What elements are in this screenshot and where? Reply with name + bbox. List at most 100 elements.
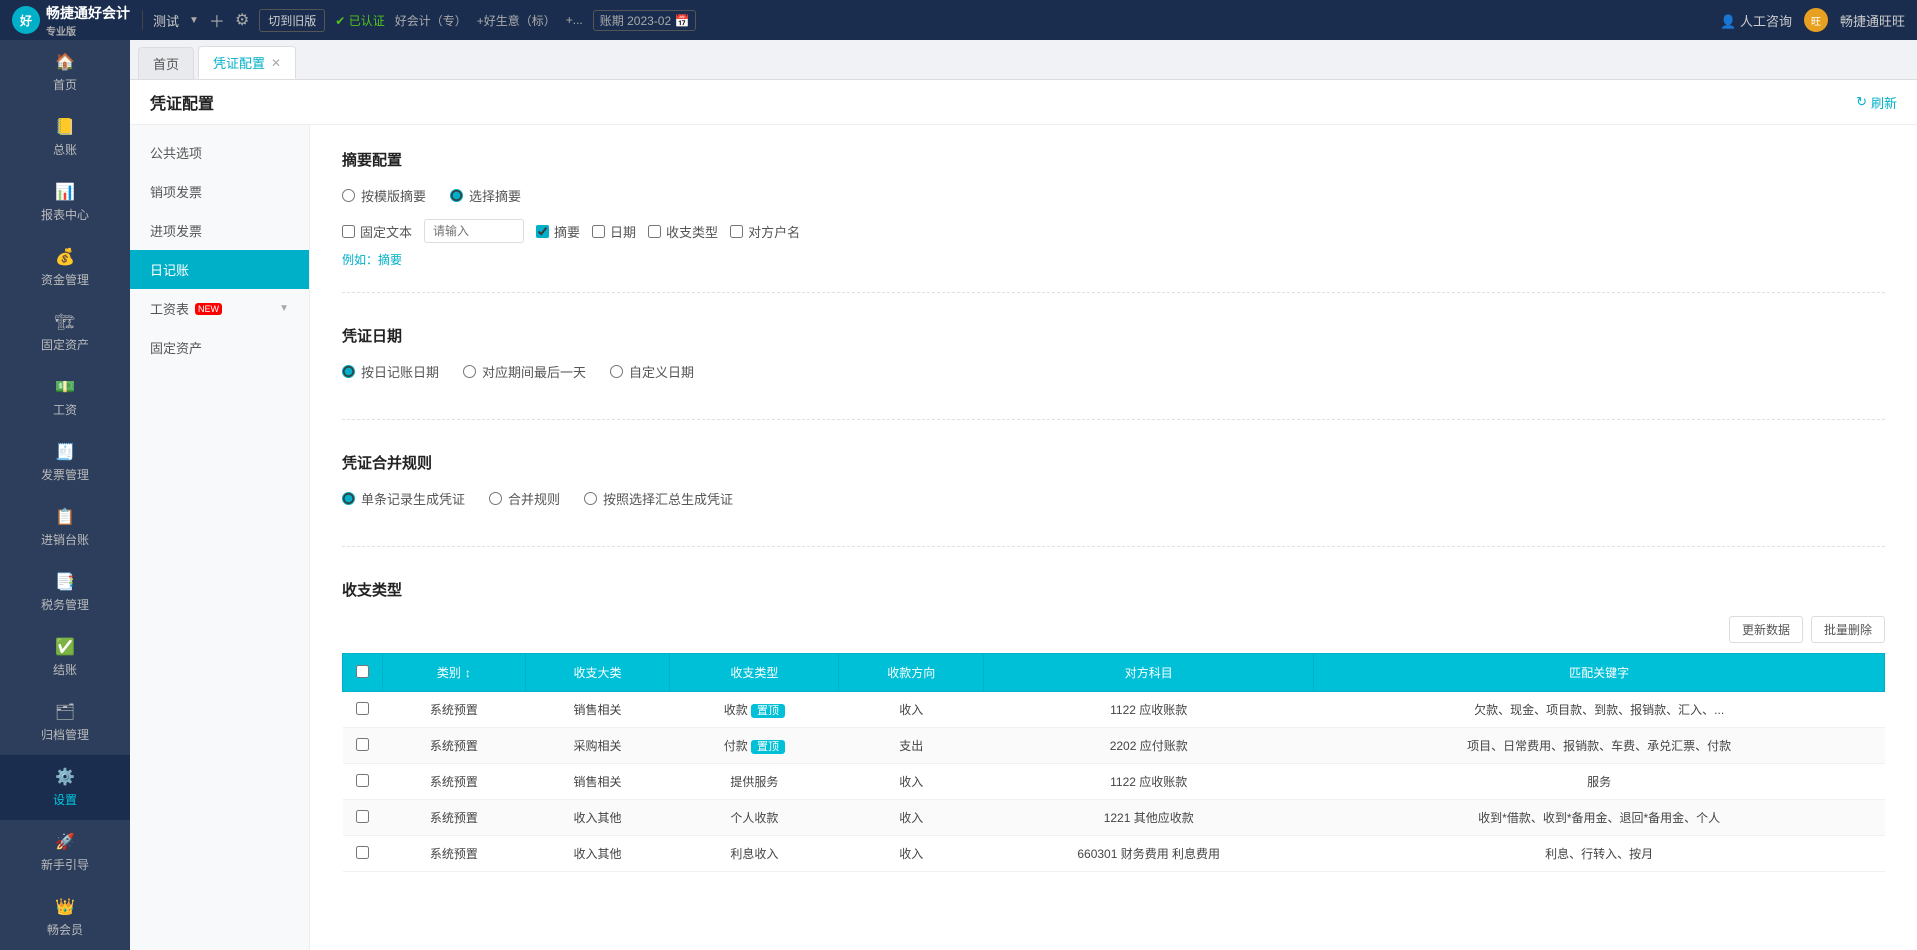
row-account: 1122 应收账款: [984, 692, 1314, 728]
table-row: 系统预置 收入其他 个人收款 收入 1221 其他应收款 收到*借款、收到*备用…: [343, 800, 1885, 836]
row-checkbox-cell[interactable]: [343, 764, 383, 800]
fixed-text-checkbox[interactable]: 固定文本: [342, 222, 412, 241]
sidebar-label-settings: 设置: [53, 791, 77, 808]
sidebar-item-assets[interactable]: 🏗 固定资产: [0, 300, 130, 365]
sidebar-item-funds[interactable]: 💰 资金管理: [0, 235, 130, 300]
sidebar-label-salary: 工资: [53, 401, 77, 418]
th-checkbox[interactable]: [343, 654, 383, 692]
left-menu-item-diary[interactable]: 日记账: [130, 250, 309, 289]
sidebar-item-ledger[interactable]: 📒 总账: [0, 105, 130, 170]
fixed-text-input[interactable]: [424, 219, 524, 243]
row-keywords: 项目、日常费用、报销款、车费、承兑汇票、付款: [1314, 728, 1885, 764]
invoices-icon: 🧾: [55, 442, 75, 462]
tag-business: +好生意（标）: [477, 12, 556, 29]
sidebar-item-tax[interactable]: 📑 税务管理: [0, 560, 130, 625]
summary-radio-select[interactable]: 选择摘要: [450, 186, 521, 205]
left-menu-item-public[interactable]: 公共选项: [130, 133, 309, 172]
tab-home[interactable]: 首页: [138, 47, 194, 79]
row-tag[interactable]: 置顶: [751, 704, 785, 718]
row-type: 付款 置顶: [670, 728, 839, 764]
logo-text: 畅捷通好会计: [46, 3, 130, 23]
refresh-button[interactable]: ↻ 刷新: [1856, 93, 1897, 112]
switch-version-button[interactable]: 切到旧版: [259, 9, 325, 32]
sidebar-label-close: 结账: [53, 661, 77, 678]
sidebar-item-close[interactable]: ✅ 结账: [0, 625, 130, 690]
example-text: 例如：摘要: [342, 251, 1885, 268]
th-keywords: 匹配关键字: [1314, 654, 1885, 692]
sidebar-item-reports[interactable]: 📊 报表中心: [0, 170, 130, 235]
th-type: 收支类型: [670, 654, 839, 692]
date-section: 凭证日期 按日记账日期 对应期间最后一天: [342, 325, 1885, 420]
tab-close-icon[interactable]: ✕: [271, 56, 281, 70]
sidebar-label-ledger: 总账: [53, 141, 77, 158]
row-category: 系统预置: [383, 764, 526, 800]
logo-sub: 专业版: [46, 23, 130, 38]
row-account: 1221 其他应收款: [984, 800, 1314, 836]
left-menu-item-sales-invoice[interactable]: 销项发票: [130, 172, 309, 211]
period-badge[interactable]: 账期 2023-02 📅: [593, 10, 697, 31]
row-keywords: 收到*借款、收到*备用金、退回*备用金、个人: [1314, 800, 1885, 836]
row-tag[interactable]: 置顶: [751, 740, 785, 754]
top-bar-right: 👤 人工咨询 旺 畅捷通旺旺: [1720, 8, 1905, 32]
sidebar-label-assets: 固定资产: [41, 336, 89, 353]
date-section-title: 凭证日期: [342, 325, 1885, 346]
company-arrow[interactable]: ▼: [189, 15, 199, 26]
support-label[interactable]: 👤 人工咨询: [1720, 11, 1792, 30]
sidebar-label-invoices: 发票管理: [41, 466, 89, 483]
summary-checkbox[interactable]: 摘要: [536, 222, 580, 241]
sidebar-label-guide: 新手引导: [41, 856, 89, 873]
left-menu-item-fixed-assets[interactable]: 固定资产: [130, 328, 309, 367]
sidebar-item-member[interactable]: 👑 畅会员: [0, 885, 130, 950]
sidebar-item-invoices[interactable]: 🧾 发票管理: [0, 430, 130, 495]
date-radio-custom[interactable]: 自定义日期: [610, 362, 694, 381]
merge-radio-single[interactable]: 单条记录生成凭证: [342, 489, 465, 508]
sidebar-item-archive[interactable]: 🗂 归档管理: [0, 690, 130, 755]
left-menu-item-payroll[interactable]: 工资表 NEW ▼: [130, 289, 309, 328]
tab-voucher-config[interactable]: 凭证配置 ✕: [198, 46, 296, 79]
settings-icon[interactable]: ⚙: [235, 10, 249, 30]
merge-radio-rules[interactable]: 合并规则: [489, 489, 560, 508]
income-type-checkbox[interactable]: 收支类型: [648, 222, 718, 241]
row-checkbox-cell[interactable]: [343, 836, 383, 872]
income-expense-section: 收支类型 更新数据 批量删除 类别 ↕: [342, 579, 1885, 872]
tag-accounting: 好会计（专）: [395, 12, 467, 29]
row-category: 系统预置: [383, 692, 526, 728]
row-checkbox-cell[interactable]: [343, 728, 383, 764]
table-row: 系统预置 销售相关 收款 置顶 收入 1122 应收账款 欠款、现金、项目款、到…: [343, 692, 1885, 728]
row-checkbox-cell[interactable]: [343, 692, 383, 728]
tab-voucher-label: 凭证配置: [213, 53, 265, 72]
counterparty-checkbox[interactable]: 对方户名: [730, 222, 800, 241]
th-major: 收支大类: [525, 654, 670, 692]
add-icon[interactable]: ＋: [209, 8, 225, 32]
left-menu-item-purchase-invoice[interactable]: 进项发票: [130, 211, 309, 250]
batch-delete-button[interactable]: 批量删除: [1811, 616, 1885, 643]
inventory-icon: 📋: [55, 507, 75, 527]
date-radio-diary[interactable]: 按日记账日期: [342, 362, 439, 381]
row-checkbox-cell[interactable]: [343, 800, 383, 836]
tab-home-label: 首页: [153, 54, 179, 73]
user-avatar[interactable]: 旺: [1804, 8, 1828, 32]
sidebar-label-member: 畅会员: [47, 921, 83, 938]
sidebar-item-inventory[interactable]: 📋 进销台账: [0, 495, 130, 560]
row-direction: 收入: [839, 692, 984, 728]
logo: 好 畅捷通好会计 专业版: [12, 3, 132, 38]
row-direction: 收入: [839, 764, 984, 800]
sidebar-item-home[interactable]: 🏠 首页: [0, 40, 130, 105]
left-menu-label-sales: 销项发票: [150, 182, 202, 201]
member-icon: 👑: [55, 897, 75, 917]
funds-icon: 💰: [55, 247, 75, 267]
summary-section-title: 摘要配置: [342, 149, 1885, 170]
page-content: 凭证配置 ↻ 刷新 公共选项 销项发票 进项发票: [130, 80, 1917, 950]
sidebar-item-guide[interactable]: 🚀 新手引导: [0, 820, 130, 885]
table-row: 系统预置 采购相关 付款 置顶 支出 2202 应付账款 项目、日常费用、报销款…: [343, 728, 1885, 764]
sidebar-item-salary[interactable]: 💵 工资: [0, 365, 130, 430]
sidebar-item-settings[interactable]: ⚙️ 设置: [0, 755, 130, 820]
date-checkbox[interactable]: 日期: [592, 222, 636, 241]
date-radio-last-day[interactable]: 对应期间最后一天: [463, 362, 586, 381]
merge-radio-summary[interactable]: 按照选择汇总生成凭证: [584, 489, 733, 508]
row-direction: 收入: [839, 836, 984, 872]
update-data-button[interactable]: 更新数据: [1729, 616, 1803, 643]
summary-radio-template[interactable]: 按模版摘要: [342, 186, 426, 205]
row-major: 销售相关: [525, 692, 670, 728]
left-menu-label-payroll: 工资表: [150, 299, 189, 318]
